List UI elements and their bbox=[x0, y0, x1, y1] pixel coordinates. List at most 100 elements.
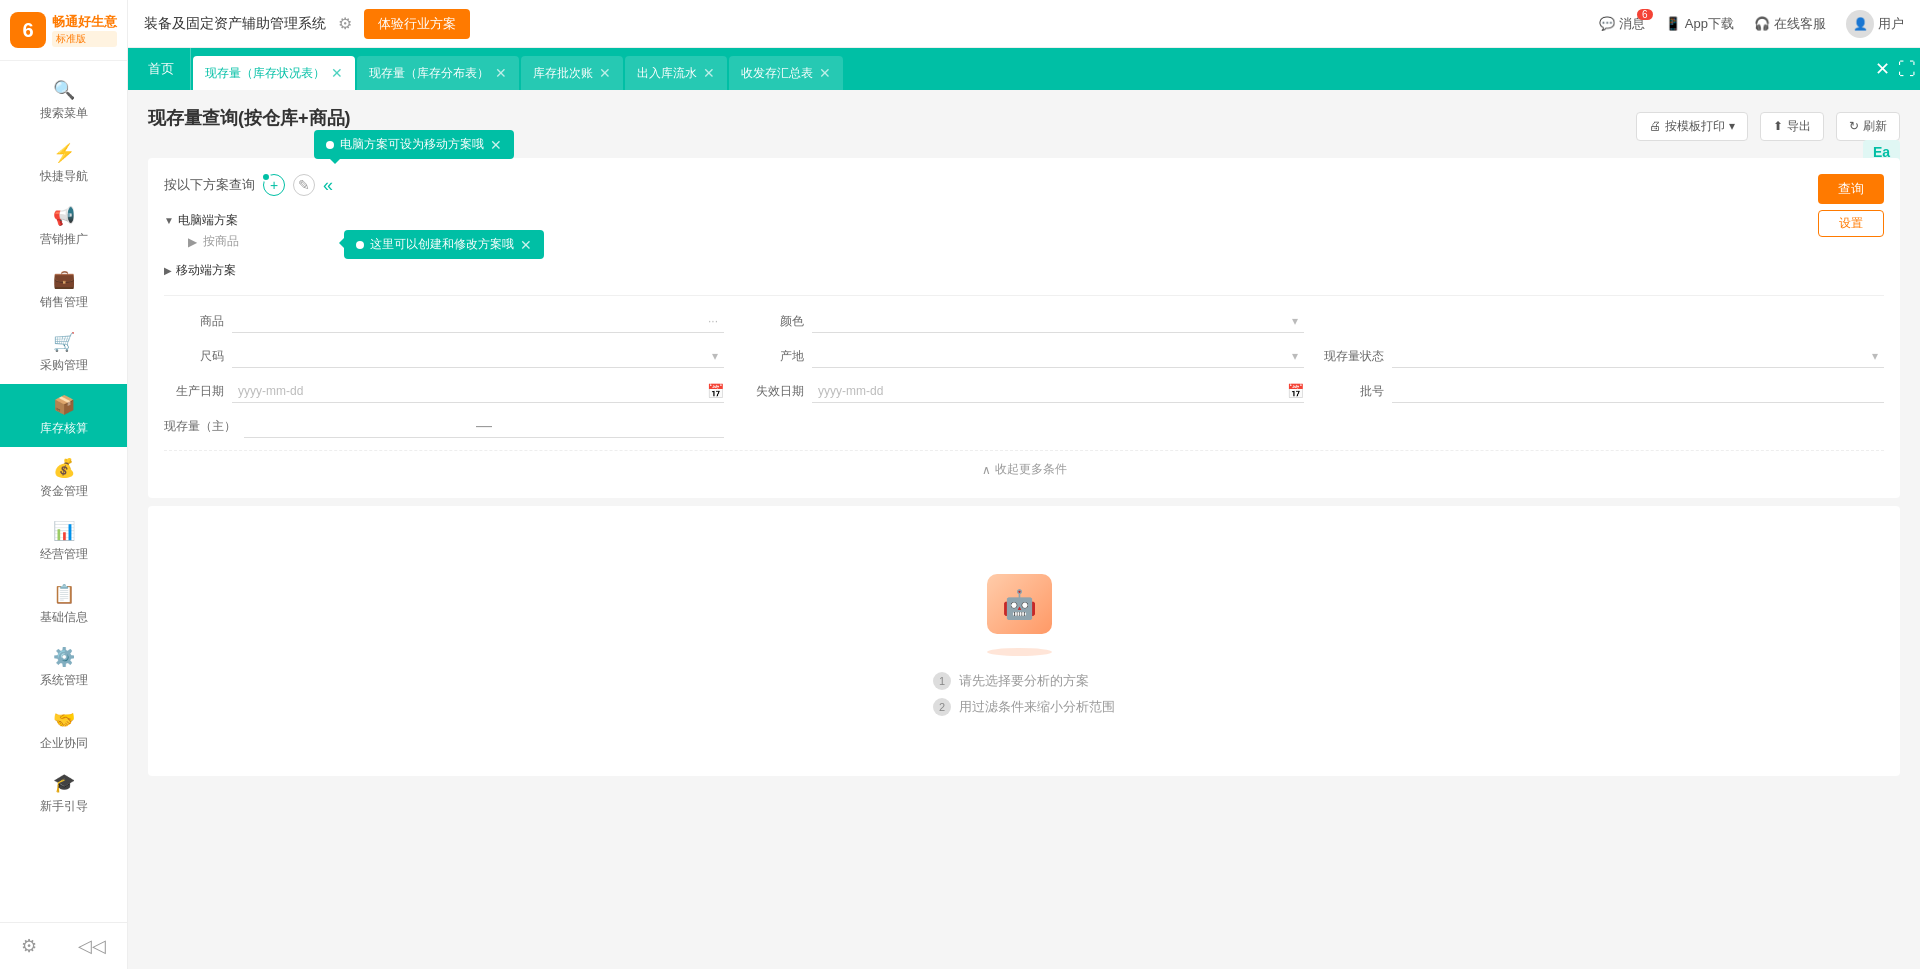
user-item[interactable]: 👤 用户 bbox=[1846, 10, 1904, 38]
logo-badge: 标准版 bbox=[52, 31, 117, 47]
sidebar-item-search[interactable]: 🔍 搜索菜单 bbox=[0, 69, 127, 132]
app-download-item[interactable]: 📱 App下载 bbox=[1665, 15, 1734, 33]
batch-input[interactable] bbox=[1392, 380, 1884, 403]
chevron-down-icon: ▾ bbox=[1872, 349, 1878, 363]
tab-close-all-icon[interactable]: ✕ bbox=[1875, 58, 1890, 80]
tab-label: 收发存汇总表 bbox=[741, 65, 813, 82]
tab-close-icon[interactable]: ✕ bbox=[599, 65, 611, 81]
sidebar-item-inventory[interactable]: 📦 库存核算 bbox=[0, 384, 127, 447]
calendar-icon[interactable]: 📅 bbox=[707, 383, 724, 399]
export-button[interactable]: ⬆ 导出 bbox=[1760, 112, 1824, 141]
tab-inventory-status[interactable]: 现存量（库存状况表） ✕ bbox=[193, 56, 355, 90]
back-button[interactable]: « bbox=[323, 175, 333, 196]
chevron-up-icon: ∧ bbox=[982, 463, 991, 477]
tooltip2-close-icon[interactable]: ✕ bbox=[520, 237, 532, 253]
tab-close-icon[interactable]: ✕ bbox=[495, 65, 507, 81]
origin-select[interactable]: ▾ bbox=[812, 345, 1304, 368]
sidebar-item-operations[interactable]: 📊 经营管理 bbox=[0, 510, 127, 573]
collapse-nav-icon[interactable]: ◁◁ bbox=[78, 935, 106, 957]
batch-label: 批号 bbox=[1324, 383, 1384, 400]
tooltip-dot bbox=[356, 241, 364, 249]
logo-name: 畅通好生意 bbox=[52, 13, 117, 31]
filter-field-color: 颜色 ▾ bbox=[744, 310, 1304, 333]
tab-home[interactable]: 首页 bbox=[132, 48, 191, 90]
more-icon: ··· bbox=[708, 314, 718, 328]
sidebar-item-system[interactable]: ⚙️ 系统管理 bbox=[0, 636, 127, 699]
sales-icon: 💼 bbox=[53, 268, 75, 290]
marketing-icon: 📢 bbox=[53, 205, 75, 227]
sidebar-item-marketing[interactable]: 📢 营销推广 bbox=[0, 195, 127, 258]
sidebar-item-quick-nav[interactable]: ⚡ 快捷导航 bbox=[0, 132, 127, 195]
filter-row-2: 尺码 ▾ 产地 ▾ bbox=[164, 345, 1884, 368]
empty-state: 🤖 1 请先选择要分析的方案 2 用过滤条件来缩小分析范围 bbox=[148, 506, 1900, 776]
finance-icon: 💰 bbox=[53, 457, 75, 479]
tab-close-icon[interactable]: ✕ bbox=[703, 65, 715, 81]
system-name: 装备及固定资产辅助管理系统 bbox=[144, 15, 326, 33]
search-menu-icon: 🔍 bbox=[53, 79, 75, 101]
goods-label: 商品 bbox=[164, 313, 224, 330]
size-label: 尺码 bbox=[164, 348, 224, 365]
hint-text-2: 用过滤条件来缩小分析范围 bbox=[959, 698, 1115, 716]
experience-button[interactable]: 体验行业方案 bbox=[364, 9, 470, 39]
edit-scheme-button[interactable]: ✎ bbox=[293, 174, 315, 196]
scheme-group-mobile-header[interactable]: ▶ 移动端方案 bbox=[164, 258, 1884, 283]
collapse-arrow-icon: ▼ bbox=[164, 215, 174, 226]
print-label: 按模板打印 bbox=[1665, 118, 1725, 135]
page-body: 现存量查询(按仓库+商品) 🖨 按模板打印 ▾ ⬆ 导出 ↻ 刷新 bbox=[128, 90, 1920, 792]
inv-main-end[interactable] bbox=[496, 415, 724, 437]
tab-summary[interactable]: 收发存汇总表 ✕ bbox=[729, 56, 843, 90]
print-dropdown-icon: ▾ bbox=[1729, 119, 1735, 133]
scheme-desktop-label: 电脑端方案 bbox=[178, 212, 238, 229]
collapse-button[interactable]: ∧ 收起更多条件 bbox=[982, 461, 1067, 478]
inv-status-label: 现存量状态 bbox=[1324, 348, 1384, 365]
app-download-label: App下载 bbox=[1685, 15, 1734, 33]
tab-close-icon[interactable]: ✕ bbox=[819, 65, 831, 81]
inv-main-start[interactable] bbox=[244, 415, 472, 437]
prod-date-range: 📅 bbox=[232, 380, 724, 403]
inv-status-select[interactable]: ▾ bbox=[1392, 345, 1884, 368]
sidebar-item-finance[interactable]: 💰 资金管理 bbox=[0, 447, 127, 510]
calendar-icon[interactable]: 📅 bbox=[1287, 383, 1304, 399]
tab-fullscreen-icon[interactable]: ⛶ bbox=[1898, 59, 1916, 80]
tooltip-arrow bbox=[330, 159, 340, 169]
headset-icon: 🎧 bbox=[1754, 16, 1770, 31]
tab-in-out-flow[interactable]: 出入库流水 ✕ bbox=[625, 56, 727, 90]
empty-cell bbox=[1324, 310, 1884, 333]
expiry-date-start[interactable] bbox=[812, 380, 1287, 402]
online-service-item[interactable]: 🎧 在线客服 bbox=[1754, 15, 1826, 33]
sidebar-item-purchase[interactable]: 🛒 采购管理 bbox=[0, 321, 127, 384]
results-area: 🤖 1 请先选择要分析的方案 2 用过滤条件来缩小分析范围 bbox=[148, 506, 1900, 776]
tooltip-close-icon[interactable]: ✕ bbox=[490, 137, 502, 153]
scheme-group-mobile: ▶ 移动端方案 bbox=[164, 258, 1884, 283]
print-button[interactable]: 🖨 按模板打印 ▾ bbox=[1636, 112, 1748, 141]
hint-num-2: 2 bbox=[933, 698, 951, 716]
purchase-icon: 🛒 bbox=[53, 331, 75, 353]
dot-indicator bbox=[261, 172, 271, 182]
settings-bottom-icon[interactable]: ⚙ bbox=[21, 935, 37, 957]
sidebar-item-basic-info[interactable]: 📋 基础信息 bbox=[0, 573, 127, 636]
prod-date-start[interactable] bbox=[232, 380, 707, 402]
sidebar-item-sales[interactable]: 💼 销售管理 bbox=[0, 258, 127, 321]
inv-main-range: — bbox=[244, 415, 724, 438]
hint-num-1: 1 bbox=[933, 672, 951, 690]
filter-section: 查询 设置 按以下方案查询 + ✎ « bbox=[148, 158, 1900, 498]
page-title: 现存量查询(按仓库+商品) bbox=[148, 106, 351, 130]
refresh-button[interactable]: ↻ 刷新 bbox=[1836, 112, 1900, 141]
sidebar-item-label: 快捷导航 bbox=[40, 168, 88, 185]
sidebar-item-guide[interactable]: 🎓 新手引导 bbox=[0, 762, 127, 825]
color-select[interactable]: ▾ bbox=[812, 310, 1304, 333]
printer-icon: 🖨 bbox=[1649, 119, 1661, 133]
add-scheme-button[interactable]: + bbox=[263, 174, 285, 196]
sidebar-item-enterprise[interactable]: 🤝 企业协同 bbox=[0, 699, 127, 762]
message-icon-item[interactable]: 💬 消息 6 bbox=[1599, 15, 1645, 33]
tab-inventory-distribution[interactable]: 现存量（库存分布表） ✕ bbox=[357, 56, 519, 90]
tab-close-icon[interactable]: ✕ bbox=[331, 65, 343, 81]
goods-select[interactable]: ··· bbox=[232, 310, 724, 333]
tooltip-text: 电脑方案可设为移动方案哦 bbox=[340, 136, 484, 153]
size-select[interactable]: ▾ bbox=[232, 345, 724, 368]
main-area: 装备及固定资产辅助管理系统 ⚙ 体验行业方案 💬 消息 6 📱 App下载 🎧 … bbox=[128, 0, 1920, 969]
operations-icon: 📊 bbox=[53, 520, 75, 542]
gear-icon[interactable]: ⚙ bbox=[338, 14, 352, 33]
tab-batch-account[interactable]: 库存批次账 ✕ bbox=[521, 56, 623, 90]
filter-field-goods: 商品 ··· bbox=[164, 310, 724, 333]
